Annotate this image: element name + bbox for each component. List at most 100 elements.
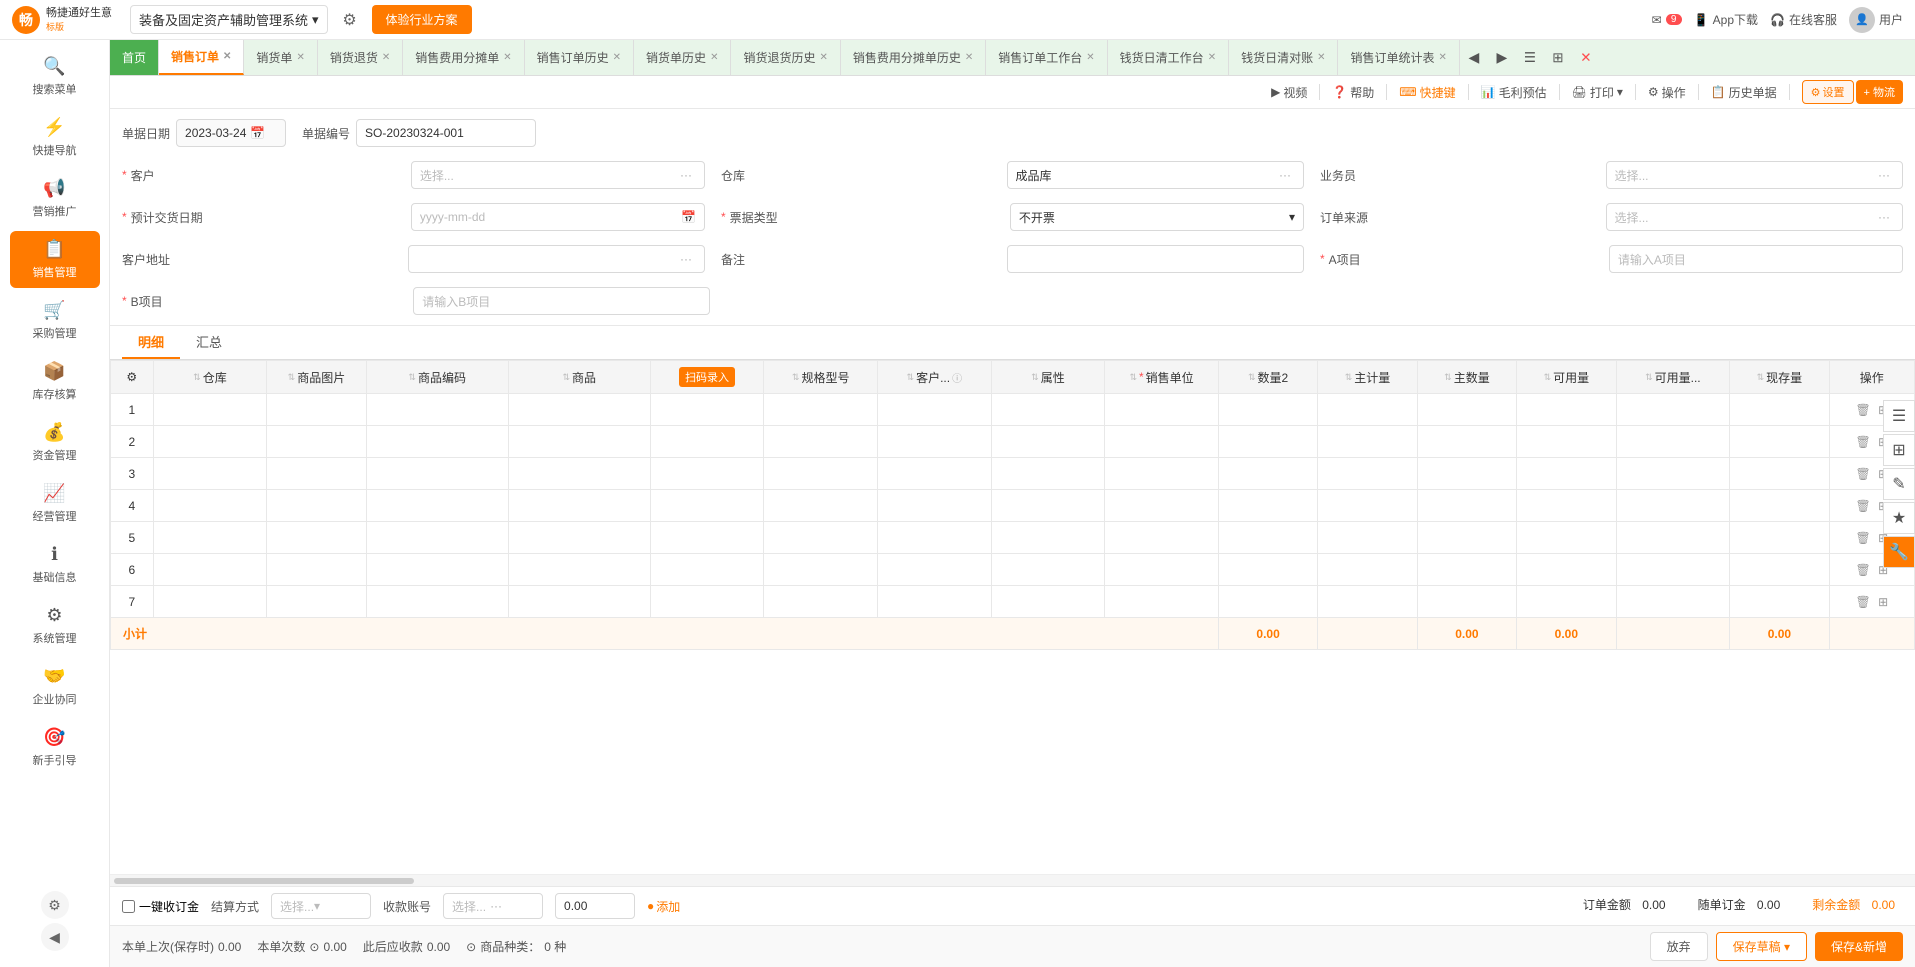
- account-select[interactable]: 选择... ···: [443, 893, 543, 919]
- toolbar-action[interactable]: ⚙ 操作: [1644, 82, 1690, 103]
- toolbar-profit[interactable]: 📊 毛利预估: [1477, 82, 1551, 103]
- deposit-checkbox-input[interactable]: [122, 900, 135, 913]
- tab-workbench[interactable]: 销售订单工作台 ✕: [986, 40, 1107, 75]
- col-main-unit[interactable]: ⇅ 主计量: [1318, 361, 1417, 394]
- tab-close-icon[interactable]: ✕: [223, 51, 231, 62]
- tab-close-icon-11[interactable]: ✕: [1317, 52, 1325, 63]
- delete-icon[interactable]: 🗑: [1855, 531, 1870, 545]
- tab-close-icon-4[interactable]: ✕: [503, 52, 511, 63]
- order-source-input[interactable]: 选择... ···: [1606, 203, 1904, 231]
- col-settings[interactable]: ⚙: [111, 361, 154, 394]
- warehouse-input[interactable]: 成品库 ···: [1007, 161, 1305, 189]
- tab-stats[interactable]: 销售订单统计表 ✕: [1338, 40, 1459, 75]
- sidebar-item-guide[interactable]: 🎯 新手引导: [10, 719, 100, 776]
- toolbar-history[interactable]: 📋 历史单据: [1707, 82, 1781, 103]
- a-project-input[interactable]: 请输入A项目: [1609, 245, 1903, 273]
- sidebar-item-search[interactable]: 🔍 搜索菜单: [10, 48, 100, 105]
- col-warehouse[interactable]: ⇅ 仓库: [153, 361, 267, 394]
- float-btn-4[interactable]: ★: [1883, 502, 1915, 534]
- app-download-link[interactable]: 📱 App下载: [1694, 11, 1758, 28]
- sidebar-item-navigation[interactable]: ⚡ 快捷导航: [10, 109, 100, 166]
- tab-reconcile[interactable]: 钱货日清对账 ✕: [1229, 40, 1338, 75]
- sidebar-item-cooperation[interactable]: 🤝 企业协同: [10, 658, 100, 715]
- tab-sales-invoice[interactable]: 销货单 ✕: [244, 40, 317, 75]
- col-attr[interactable]: ⇅ 属性: [991, 361, 1105, 394]
- delete-icon[interactable]: 🗑: [1855, 563, 1870, 577]
- col-available2[interactable]: ⇅ 可用量...: [1616, 361, 1730, 394]
- settings-button[interactable]: ⚙: [336, 6, 364, 34]
- scan-button[interactable]: 扫码录入: [679, 367, 735, 387]
- tab-close-icon-10[interactable]: ✕: [1208, 52, 1216, 63]
- delete-icon[interactable]: 🗑: [1855, 595, 1870, 609]
- tab-close-icon-12[interactable]: ✕: [1439, 52, 1447, 63]
- account-dots-icon[interactable]: ···: [486, 899, 506, 913]
- toolbar-shortcut[interactable]: ⌨ 快捷键: [1395, 82, 1459, 103]
- sidebar-item-management[interactable]: 📈 经营管理: [10, 475, 100, 532]
- warehouse-dots-icon[interactable]: ···: [1275, 168, 1295, 182]
- col-customer-code[interactable]: ⇅ 客户... ⓘ: [878, 361, 992, 394]
- col-spec[interactable]: ⇅ 规格型号: [764, 361, 878, 394]
- delete-icon[interactable]: 🗑: [1855, 499, 1870, 513]
- date-input[interactable]: 2023-03-24 📅: [176, 119, 286, 147]
- system-title[interactable]: 装备及固定资产辅助管理系统 ▾: [130, 5, 328, 34]
- col-available[interactable]: ⇅ 可用量: [1517, 361, 1616, 394]
- tab-nav-right[interactable]: ▶: [1488, 40, 1516, 75]
- tab-close-icon-8[interactable]: ✕: [965, 52, 973, 63]
- tab-close-icon-3[interactable]: ✕: [382, 52, 390, 63]
- user-menu[interactable]: 👤 用户: [1849, 7, 1903, 33]
- col-code[interactable]: ⇅ 商品编码: [366, 361, 508, 394]
- scroll-thumb[interactable]: [114, 878, 414, 884]
- float-btn-2[interactable]: ⊞: [1883, 434, 1915, 466]
- save-draft-button[interactable]: 保存草稿 ▾: [1716, 932, 1807, 961]
- salesperson-dots-icon[interactable]: ···: [1874, 168, 1894, 182]
- float-btn-5[interactable]: 🔧: [1883, 536, 1915, 568]
- sidebar-item-marketing[interactable]: 📢 营销推广: [10, 170, 100, 227]
- sidebar-item-inventory[interactable]: 📦 库存核算: [10, 353, 100, 410]
- sidebar-item-finance[interactable]: 💰 资金管理: [10, 414, 100, 471]
- float-btn-1[interactable]: ☰: [1883, 400, 1915, 432]
- toolbar-video[interactable]: ▶ 视频: [1267, 82, 1311, 103]
- order-number-input[interactable]: SO-20230324-001: [356, 119, 536, 147]
- add-button[interactable]: ● 添加: [647, 898, 680, 915]
- online-service-link[interactable]: 🎧 在线客服: [1770, 11, 1837, 28]
- tab-close-icon-2[interactable]: ✕: [296, 52, 304, 63]
- tab-nav-left[interactable]: ◀: [1460, 40, 1488, 75]
- tab-sales-expense[interactable]: 销售费用分摊单 ✕: [403, 40, 524, 75]
- col-scan[interactable]: 扫码录入: [650, 361, 764, 394]
- delete-icon[interactable]: 🗑: [1855, 467, 1870, 481]
- delete-icon[interactable]: 🗑: [1855, 435, 1870, 449]
- tab-close-icon-6[interactable]: ✕: [710, 52, 718, 63]
- tab-daily-clear[interactable]: 钱货日清工作台 ✕: [1108, 40, 1229, 75]
- address-dots-icon[interactable]: ···: [676, 252, 696, 266]
- discard-button[interactable]: 放弃: [1650, 932, 1708, 961]
- col-product[interactable]: ⇅ 商品: [508, 361, 650, 394]
- tab-home[interactable]: 首页: [110, 40, 159, 75]
- toolbar-help[interactable]: ❓ 帮助: [1328, 82, 1378, 103]
- delivery-input[interactable]: yyyy-mm-dd 📅: [411, 203, 705, 231]
- industry-solution-button[interactable]: 体验行业方案: [372, 5, 472, 34]
- b-project-input[interactable]: 请输入B项目: [413, 287, 710, 315]
- logistics-button[interactable]: + 物流: [1856, 80, 1903, 104]
- tab-sales-return[interactable]: 销货退货 ✕: [318, 40, 403, 75]
- copy-icon[interactable]: ⊞: [1878, 595, 1888, 609]
- salesperson-input[interactable]: 选择... ···: [1606, 161, 1904, 189]
- tab-return-history[interactable]: 销货退货历史 ✕: [731, 40, 840, 75]
- invoice-select[interactable]: 不开票 ▾: [1010, 203, 1304, 231]
- settings-panel-button[interactable]: ⚙ 设置: [1802, 80, 1854, 104]
- tab-detail[interactable]: 明细: [122, 326, 180, 359]
- customer-input[interactable]: 选择... ···: [411, 161, 705, 189]
- tab-sales-order-history[interactable]: 销售订单历史 ✕: [525, 40, 634, 75]
- col-image[interactable]: ⇅ 商品图片: [267, 361, 366, 394]
- col-current[interactable]: ⇅ 现存量: [1730, 361, 1829, 394]
- col-qty2[interactable]: ⇅ 数量2: [1218, 361, 1317, 394]
- tab-summary[interactable]: 汇总: [180, 326, 238, 359]
- table-scroll[interactable]: ⚙ ⇅ 仓库 ⇅ 商品图片 ⇅ 商品编码 ⇅ 商品 扫码录入 ⇅ 规格型号 ⇅ …: [110, 360, 1915, 874]
- delete-icon[interactable]: 🗑: [1855, 403, 1870, 417]
- toolbar-print[interactable]: 🖨 打印 ▾: [1568, 82, 1627, 103]
- customer-dots-icon[interactable]: ···: [676, 168, 696, 182]
- col-main-qty[interactable]: ⇅ 主数量: [1417, 361, 1516, 394]
- tab-invoice-history[interactable]: 销货单历史 ✕: [634, 40, 731, 75]
- one-click-deposit-checkbox[interactable]: 一键收订金: [122, 898, 199, 915]
- tab-expand-button[interactable]: ⊞: [1544, 40, 1572, 75]
- payment-method-select[interactable]: 选择... ▾: [271, 893, 371, 919]
